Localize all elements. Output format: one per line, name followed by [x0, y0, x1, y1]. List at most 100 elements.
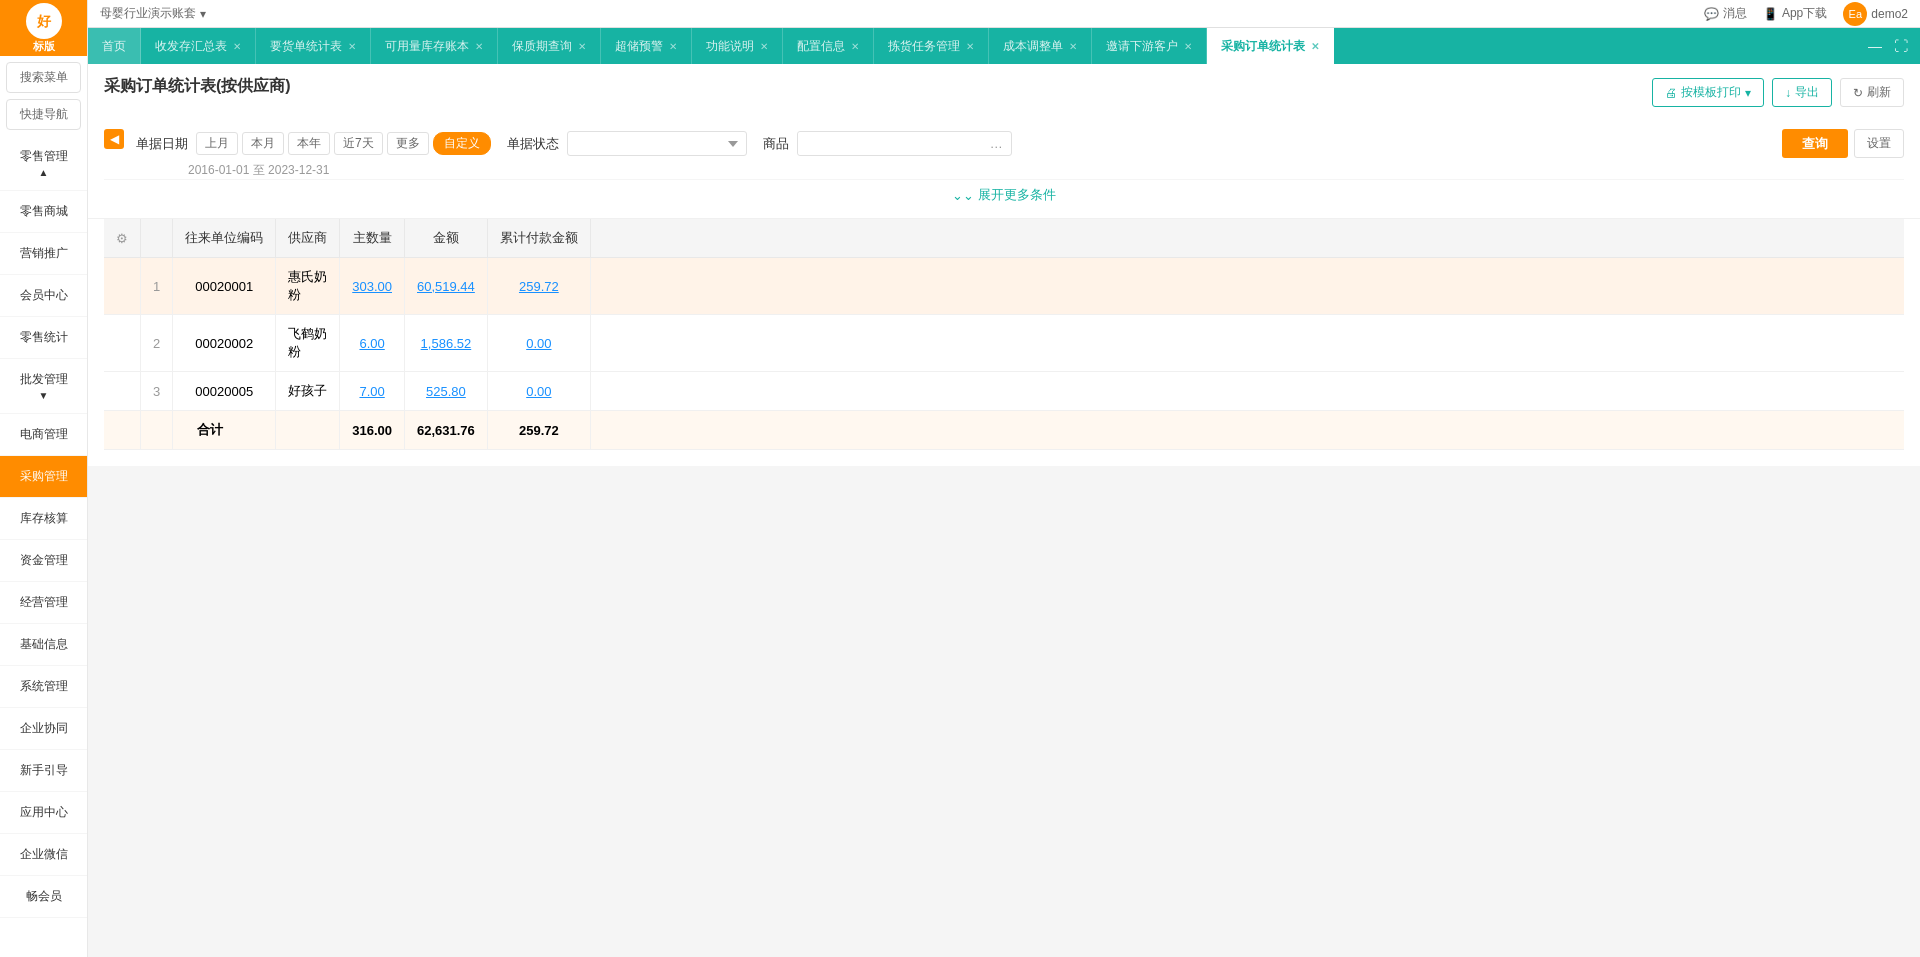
query-button[interactable]: 查询	[1782, 129, 1848, 158]
action-buttons: 🖨 按模板打印 ▾ ↓ 导出 ↻ 刷新	[1652, 78, 1904, 107]
tab-available-stock[interactable]: 可用量库存账本 ✕	[371, 28, 498, 64]
sidebar-item-member[interactable]: 会员中心	[0, 275, 87, 317]
tab-label: 超储预警	[615, 38, 663, 55]
footer-index-cell	[141, 411, 173, 450]
tab-close-icon[interactable]: ✕	[760, 41, 768, 52]
tab-home[interactable]: 首页	[88, 28, 141, 64]
tab-close-icon[interactable]: ✕	[1069, 41, 1077, 52]
sidebar-item-vip[interactable]: 畅会员	[0, 876, 87, 918]
goods-input-more-icon[interactable]: …	[982, 136, 1011, 151]
status-select[interactable]	[567, 131, 747, 156]
sidebar-item-inventory[interactable]: 库存核算	[0, 498, 87, 540]
sidebar-item-label: 会员中心	[20, 287, 68, 304]
row-extra-cell	[590, 315, 1904, 372]
col-code-header: 往来单位编码	[173, 219, 276, 258]
tab-over-stock[interactable]: 超储预警 ✕	[601, 28, 692, 64]
sidebar-item-operations[interactable]: 经营管理	[0, 582, 87, 624]
expand-more-button[interactable]: ⌄⌄ 展开更多条件	[952, 186, 1056, 204]
sidebar-item-finance[interactable]: 资金管理	[0, 540, 87, 582]
tab-purchase-summary[interactable]: 采购订单统计表 ✕	[1207, 28, 1334, 64]
tab-close-icon[interactable]: ✕	[475, 41, 483, 52]
custom-date-button[interactable]: 自定义	[433, 132, 491, 155]
footer-amount: 62,631.76	[417, 423, 475, 438]
sidebar-item-label: 零售商城	[20, 203, 68, 220]
row-amount-cell: 60,519.44	[405, 258, 488, 315]
tab-cost-adj[interactable]: 成本调整单 ✕	[989, 28, 1092, 64]
user-menu[interactable]: Ea demo2	[1843, 2, 1908, 26]
more-date-button[interactable]: 更多	[387, 132, 429, 155]
goods-input[interactable]	[798, 132, 982, 155]
tab-close-icon[interactable]: ✕	[966, 41, 974, 52]
sidebar-item-app-center[interactable]: 应用中心	[0, 792, 87, 834]
avatar-initials: Ea	[1849, 8, 1862, 20]
this-year-button[interactable]: 本年	[288, 132, 330, 155]
search-menu-button[interactable]: 搜索菜单	[6, 62, 81, 93]
sidebar-item-purchase[interactable]: 采购管理	[0, 456, 87, 498]
footer-paid: 259.72	[519, 423, 559, 438]
tab-shelf-life[interactable]: 保质期查询 ✕	[498, 28, 601, 64]
table-footer: 合计 316.00 62,631.76 259.72	[104, 411, 1904, 450]
table-container: ⚙ 往来单位编码 供应商 主数量 金额 累计付款金额	[88, 219, 1920, 466]
tab-close-icon[interactable]: ✕	[578, 41, 586, 52]
sidebar-item-system[interactable]: 系统管理	[0, 666, 87, 708]
tab-need-goods[interactable]: 要货单统计表 ✕	[256, 28, 371, 64]
tab-pick-task[interactable]: 拣货任务管理 ✕	[874, 28, 989, 64]
tab-close-icon[interactable]: ✕	[669, 41, 677, 52]
refresh-button[interactable]: ↻ 刷新	[1840, 78, 1904, 107]
sidebar-item-label: 畅会员	[26, 888, 62, 905]
tab-invite-downstream[interactable]: 邀请下游客户 ✕	[1092, 28, 1207, 64]
sidebar-item-label: 新手引导	[20, 762, 68, 779]
sidebar-item-basic-info[interactable]: 基础信息	[0, 624, 87, 666]
chevron-up-icon: ▲	[39, 167, 49, 178]
sidebar-item-marketing[interactable]: 营销推广	[0, 233, 87, 275]
goods-input-wrapper: …	[797, 131, 1012, 156]
message-label: 消息	[1723, 5, 1747, 22]
column-settings-icon[interactable]: ⚙	[116, 231, 128, 246]
sidebar-item-retail-mall[interactable]: 零售商城	[0, 191, 87, 233]
row-checkbox-cell	[104, 372, 141, 411]
sidebar-item-enterprise-wechat[interactable]: 企业微信	[0, 834, 87, 876]
prev-month-button[interactable]: 上月	[196, 132, 238, 155]
print-dropdown-icon: ▾	[1745, 86, 1751, 100]
filter-toggle-button[interactable]: ◀	[104, 129, 124, 149]
app-download-button[interactable]: 📱 App下载	[1763, 5, 1827, 22]
sidebar-item-ecommerce[interactable]: 电商管理	[0, 414, 87, 456]
workspace-selector[interactable]: 母婴行业演示账套 ▾	[100, 5, 206, 22]
tab-collect-send[interactable]: 收发存汇总表 ✕	[141, 28, 256, 64]
tabbar: 首页 收发存汇总表 ✕ 要货单统计表 ✕ 可用量库存账本 ✕ 保质期查询 ✕ 超…	[88, 28, 1920, 64]
row-extra-cell	[590, 372, 1904, 411]
sidebar-item-cooperation[interactable]: 企业协同	[0, 708, 87, 750]
sidebar-item-label: 零售统计	[20, 329, 68, 346]
sidebar-item-retail[interactable]: 零售管理 ▲	[0, 136, 87, 191]
row-extra-cell	[590, 258, 1904, 315]
data-table: ⚙ 往来单位编码 供应商 主数量 金额 累计付款金额	[104, 219, 1904, 450]
tab-close-icon[interactable]: ✕	[851, 41, 859, 52]
message-button[interactable]: 💬 消息	[1704, 5, 1747, 22]
tab-label: 要货单统计表	[270, 38, 342, 55]
status-label: 单据状态	[507, 135, 559, 153]
seven-days-button[interactable]: 近7天	[334, 132, 383, 155]
filter-row-1: 单据日期 上月 本月 本年 近7天 更多 自定义	[136, 129, 1904, 158]
this-month-button[interactable]: 本月	[242, 132, 284, 155]
footer-label: 合计	[197, 422, 223, 437]
tab-config-info[interactable]: 配置信息 ✕	[783, 28, 874, 64]
sidebar-item-label: 电商管理	[20, 426, 68, 443]
tab-close-icon[interactable]: ✕	[233, 41, 241, 52]
print-button[interactable]: 🖨 按模板打印 ▾	[1652, 78, 1764, 107]
user-avatar: Ea	[1843, 2, 1867, 26]
topbar-right: 💬 消息 📱 App下载 Ea demo2	[1704, 2, 1908, 26]
tab-maximize-icon[interactable]: ⛶	[1890, 36, 1912, 56]
quick-nav-button[interactable]: 快捷导航	[6, 99, 81, 130]
filter-container: ◀ 单据日期 上月 本月 本年 近7天 更多	[88, 117, 1920, 219]
tab-close-icon[interactable]: ✕	[1184, 41, 1192, 52]
workspace-label: 母婴行业演示账套	[100, 5, 196, 22]
settings-button[interactable]: 设置	[1854, 129, 1904, 158]
sidebar-item-new-guide[interactable]: 新手引导	[0, 750, 87, 792]
tab-minimize-icon[interactable]: —	[1864, 36, 1886, 56]
tab-func-desc[interactable]: 功能说明 ✕	[692, 28, 783, 64]
export-button[interactable]: ↓ 导出	[1772, 78, 1832, 107]
sidebar-item-retail-stats[interactable]: 零售统计	[0, 317, 87, 359]
tab-close-active-icon[interactable]: ✕	[1311, 41, 1319, 52]
sidebar-item-wholesale[interactable]: 批发管理 ▼	[0, 359, 87, 414]
tab-close-icon[interactable]: ✕	[348, 41, 356, 52]
